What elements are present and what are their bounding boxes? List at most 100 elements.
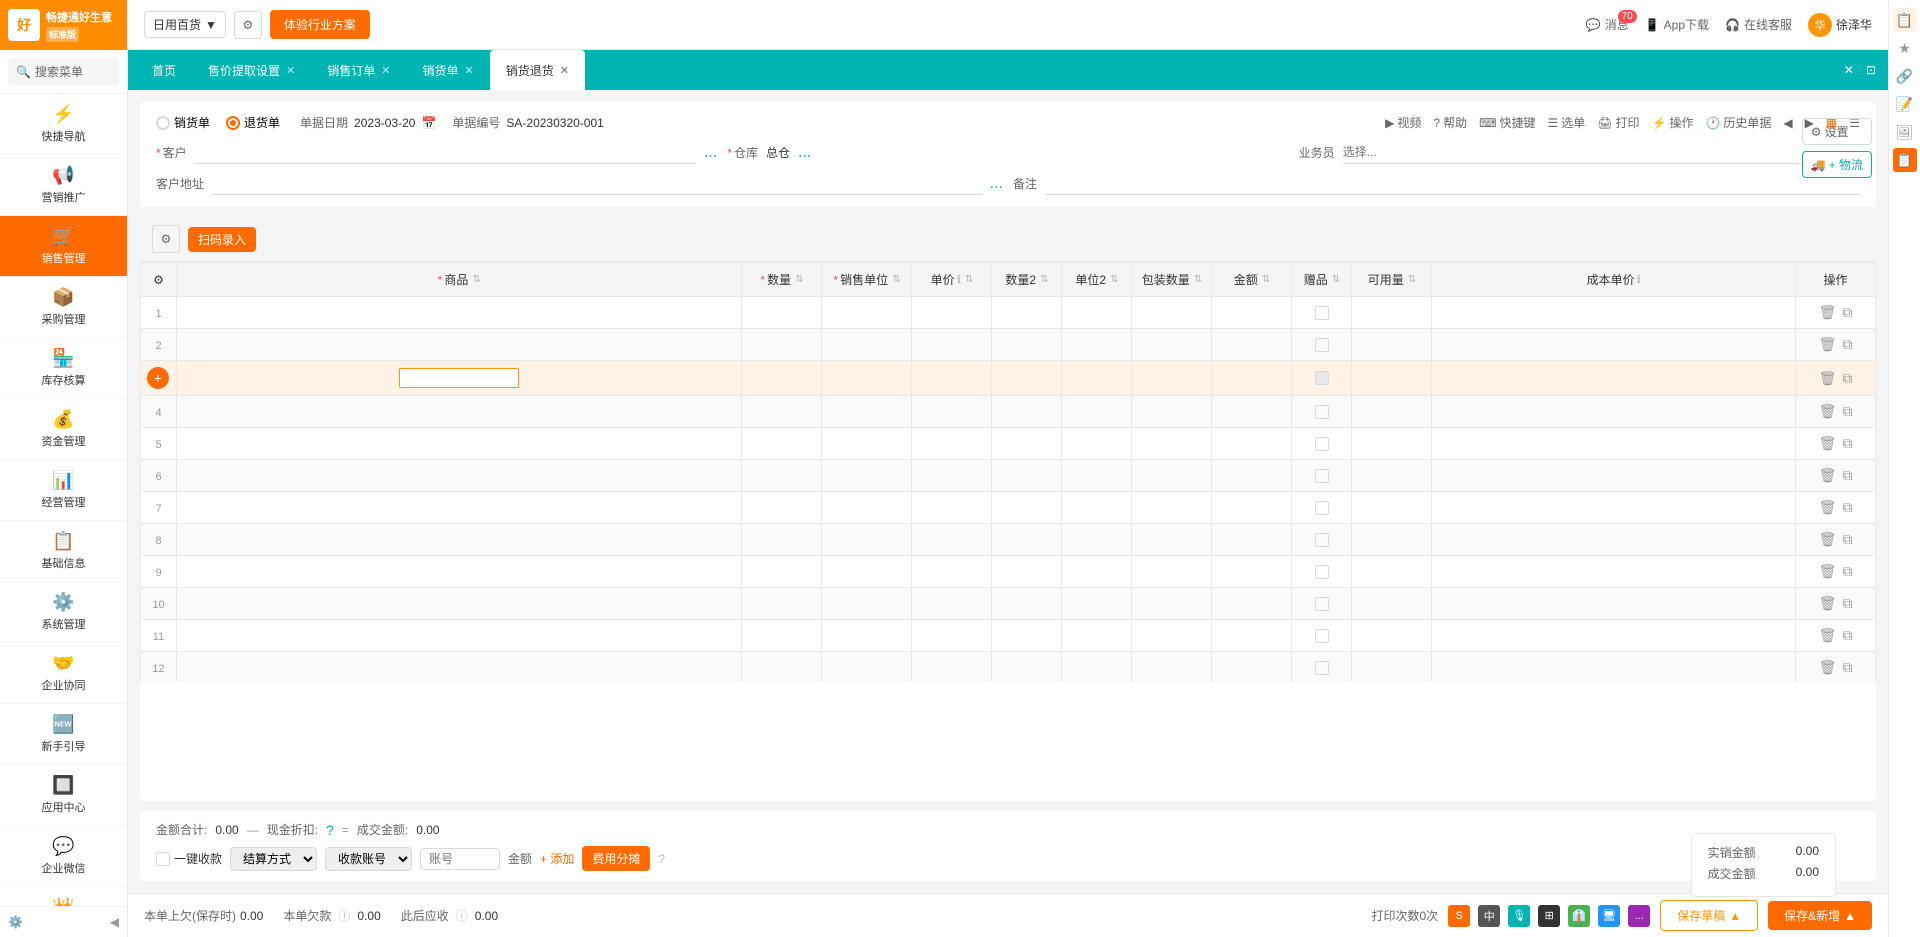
tab-sale-delivery[interactable]: 销货单 ✕ — [406, 50, 489, 90]
delete-icon-2[interactable]: 🗑 — [1819, 336, 1837, 353]
copy-icon[interactable]: ⧉ — [1842, 659, 1852, 676]
settlement-select[interactable]: 结算方式 — [230, 847, 317, 871]
warehouse-select-btn[interactable]: ... — [798, 144, 811, 162]
settings-icon[interactable]: ⚙️ — [8, 915, 23, 929]
price-cell-1[interactable] — [912, 297, 992, 329]
industry-select[interactable]: 日用百货 ▼ — [144, 11, 226, 38]
radio-return[interactable]: 退货单 — [226, 114, 280, 131]
qty2-cell-1[interactable] — [992, 297, 1062, 329]
delete-icon[interactable]: 🗑 — [1819, 595, 1837, 612]
gift-checkbox[interactable] — [1315, 597, 1329, 611]
sort-price-icon[interactable]: ⇅ — [965, 274, 973, 285]
copy-icon-new[interactable]: ⧉ — [1842, 370, 1852, 387]
delete-icon[interactable]: 🗑 — [1819, 435, 1837, 452]
close-tab-button[interactable]: ✕ — [1840, 59, 1858, 81]
sort-pack-icon[interactable]: ⇅ — [1194, 274, 1202, 285]
add-row-button[interactable]: + — [147, 367, 169, 389]
qty2-cell-new[interactable] — [992, 361, 1062, 396]
unit-cell-1[interactable] — [822, 297, 912, 329]
online-service-button[interactable]: 🎧 在线客服 — [1725, 16, 1792, 33]
close-icon[interactable]: ✕ — [381, 64, 390, 77]
gift-checkbox[interactable] — [1315, 629, 1329, 643]
copy-icon[interactable]: ⧉ — [1842, 531, 1852, 548]
qty-cell-2[interactable] — [742, 329, 822, 361]
sidebar-item-finance[interactable]: 💰 资金管理 — [0, 399, 127, 460]
cash-discount-icon[interactable]: ? — [326, 822, 334, 838]
print-btn[interactable]: 🖨 打印 — [1597, 114, 1639, 131]
account-number-input[interactable] — [420, 848, 500, 870]
pack-cell-new[interactable] — [1132, 361, 1212, 396]
avail-cell-2[interactable] — [1352, 329, 1432, 361]
amount-cell-1[interactable] — [1212, 297, 1292, 329]
save-new-button[interactable]: 保存&新增 ▲ — [1768, 901, 1872, 930]
delete-icon[interactable]: 🗑 — [1819, 531, 1837, 548]
remark-input[interactable] — [1045, 172, 1860, 195]
pack-cell-2[interactable] — [1132, 329, 1212, 361]
radio-sale[interactable]: 销货单 — [156, 114, 210, 131]
qty2-cell-2[interactable] — [992, 329, 1062, 361]
delete-icon[interactable]: 🗑 — [1819, 563, 1837, 580]
cost-cell-1[interactable] — [1432, 297, 1796, 329]
copy-icon[interactable]: ⧉ — [1842, 435, 1852, 452]
unit-cell-2[interactable] — [822, 329, 912, 361]
tab-sale-return[interactable]: 销货退货 ✕ — [490, 50, 585, 90]
one-click-payment-checkbox[interactable]: 一键收款 — [156, 850, 222, 867]
sort-unit2-icon[interactable]: ⇅ — [1110, 274, 1118, 285]
history-btn[interactable]: 🕐 历史单据 — [1705, 114, 1771, 131]
product-cell-2[interactable] — [177, 329, 742, 361]
tab-sale-order[interactable]: 销售订单 ✕ — [311, 50, 406, 90]
delete-icon[interactable]: 🗑 — [1819, 499, 1837, 516]
gift-checkbox[interactable] — [1315, 501, 1329, 515]
sort-unit-icon[interactable]: ⇅ — [892, 274, 900, 285]
delete-icon[interactable]: 🗑 — [1819, 627, 1837, 644]
expense-help-icon[interactable]: ? — [658, 852, 665, 866]
unit2-cell-new[interactable] — [1062, 361, 1132, 396]
gift-checkbox-new[interactable] — [1315, 371, 1329, 385]
unit-price-info-icon[interactable]: ℹ — [957, 273, 961, 286]
sidebar-item-member[interactable]: 👑 畅会员 — [0, 887, 127, 906]
prev-btn[interactable]: ◀ — [1783, 116, 1792, 130]
taskbar-icon-2[interactable]: 中 — [1478, 905, 1500, 927]
product-input-new[interactable] — [399, 368, 519, 388]
sort-amount-icon[interactable]: ⇅ — [1262, 274, 1270, 285]
video-btn[interactable]: ▶ 视频 — [1385, 114, 1421, 131]
avail-cell-new[interactable] — [1352, 361, 1432, 396]
right-sidebar-btn-4[interactable]: 📝 — [1893, 92, 1917, 116]
gift-checkbox-1[interactable] — [1315, 306, 1329, 320]
sidebar-item-sales[interactable]: 🛒 销售管理 — [0, 216, 127, 277]
scan-enter-button[interactable]: 扫码录入 — [188, 227, 256, 252]
delete-icon[interactable]: 🗑 — [1819, 403, 1837, 420]
unit2-cell-2[interactable] — [1062, 329, 1132, 361]
help-btn[interactable]: ? 帮助 — [1433, 114, 1467, 131]
gift-checkbox[interactable] — [1315, 661, 1329, 675]
experience-button[interactable]: 体验行业方案 — [270, 10, 370, 39]
gift-checkbox[interactable] — [1315, 469, 1329, 483]
delete-icon-new[interactable]: 🗑 — [1819, 370, 1837, 387]
right-sidebar-btn-5[interactable]: 🖼 — [1893, 120, 1917, 144]
delete-icon[interactable]: 🗑 — [1819, 467, 1837, 484]
sidebar-item-wechat[interactable]: 💬 企业微信 — [0, 826, 127, 887]
sort-gift-icon[interactable]: ⇅ — [1332, 274, 1340, 285]
sidebar-item-inventory[interactable]: 🏪 库存核算 — [0, 338, 127, 399]
gift-checkbox[interactable] — [1315, 405, 1329, 419]
taskbar-icon-7[interactable]: ... — [1628, 905, 1650, 927]
logistics-button[interactable]: 🚚 + 物流 — [1802, 151, 1872, 178]
right-sidebar-btn-6[interactable]: 📋 — [1893, 148, 1917, 172]
sidebar-item-guide[interactable]: 🆕 新手引导 — [0, 704, 127, 765]
sidebar-item-app-center[interactable]: 🔲 应用中心 — [0, 765, 127, 826]
gift-checkbox[interactable] — [1315, 437, 1329, 451]
taskbar-icon-6[interactable]: 🖥 — [1598, 905, 1620, 927]
pack-cell-1[interactable] — [1132, 297, 1212, 329]
sidebar-item-operations[interactable]: 📊 经营管理 — [0, 460, 127, 521]
copy-icon[interactable]: ⧉ — [1842, 499, 1852, 516]
sidebar-item-enterprise[interactable]: 🤝 企业协同 — [0, 643, 127, 704]
copy-icon[interactable]: ⧉ — [1842, 563, 1852, 580]
taskbar-icon-3[interactable]: 🎙 — [1508, 905, 1530, 927]
close-icon[interactable]: ✕ — [560, 64, 569, 77]
right-sidebar-btn-1[interactable]: 📋 — [1893, 8, 1917, 32]
copy-icon[interactable]: ⧉ — [1842, 467, 1852, 484]
copy-icon[interactable]: ⧉ — [1842, 595, 1852, 612]
save-draft-button[interactable]: 保存草稿 ▲ — [1660, 900, 1758, 931]
copy-icon-2[interactable]: ⧉ — [1842, 336, 1852, 353]
cost-price-info-icon[interactable]: ℹ — [1637, 273, 1641, 286]
